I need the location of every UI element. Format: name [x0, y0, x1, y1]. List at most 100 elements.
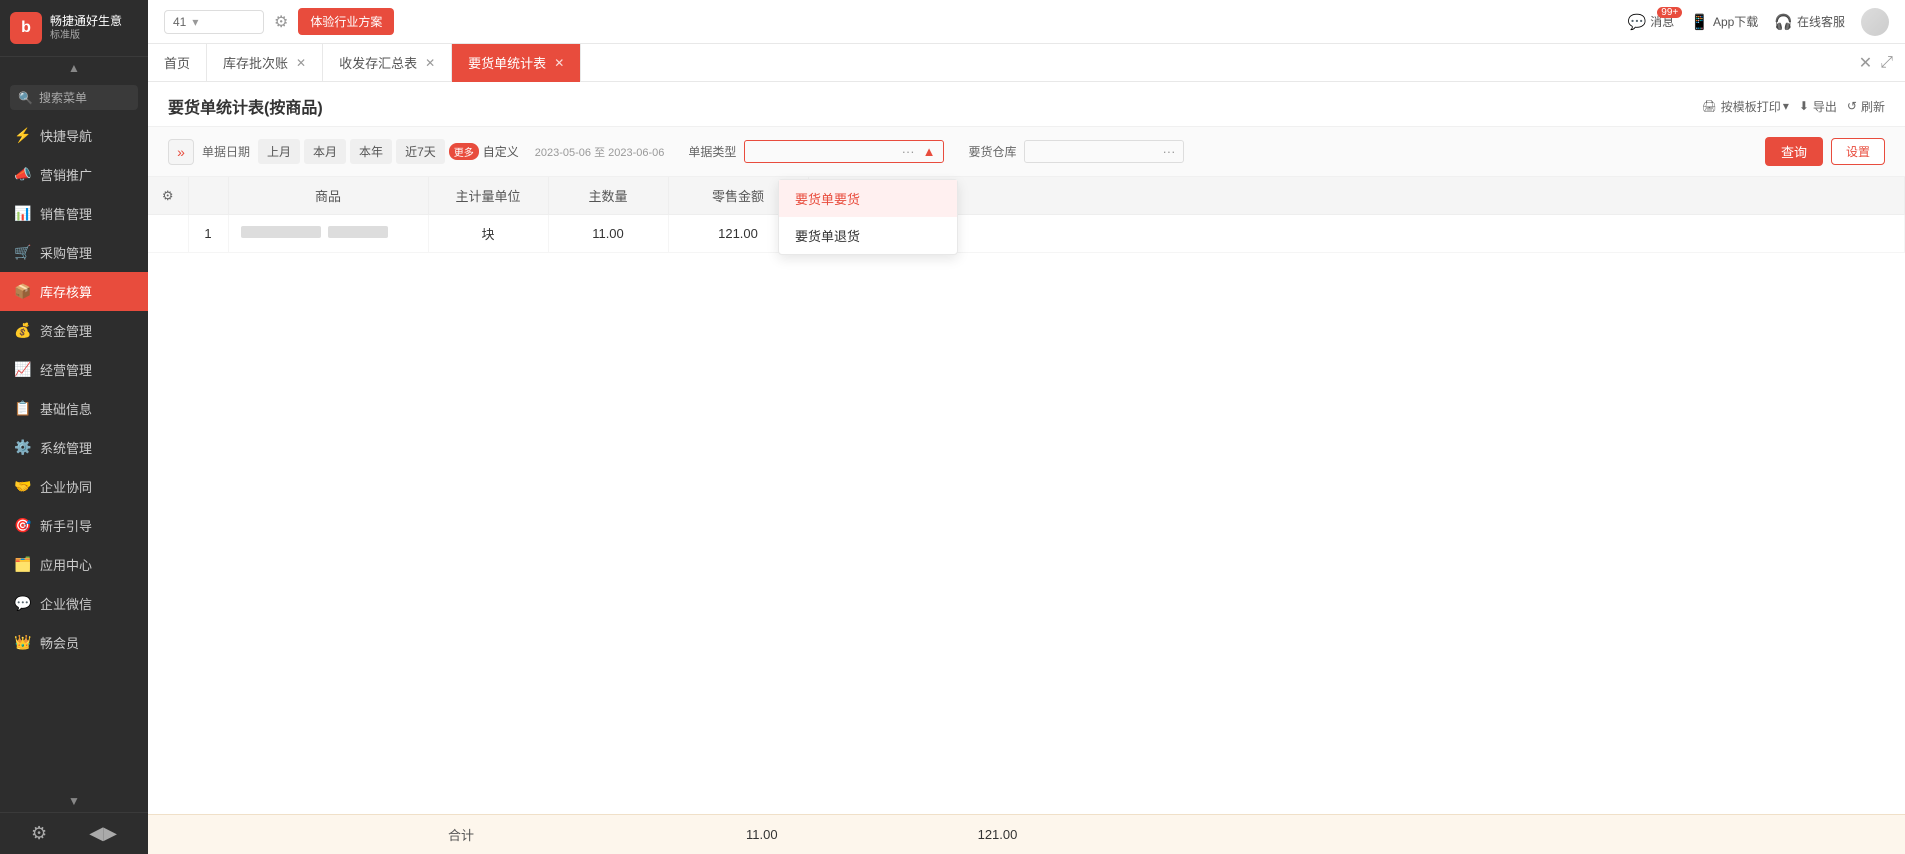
total-amount: 121.00: [978, 827, 1018, 842]
type-ellipsis-icon: ···: [902, 144, 915, 159]
sidebar-item-quicknav[interactable]: ⚡ 快捷导航: [0, 116, 148, 155]
tab-home[interactable]: 首页: [148, 44, 207, 82]
main-area: 41 ▾ ⚙ 体验行业方案 💬 消息 99+ 📱 App下载 🎧 在线客服: [148, 0, 1905, 854]
query-btn[interactable]: 查询: [1765, 137, 1823, 166]
total-values: 11.00 121.00: [506, 827, 1017, 842]
product-placeholder-1: [241, 226, 321, 238]
system-icon: ⚙️: [14, 439, 32, 456]
sidebar-item-finance[interactable]: 💰 资金管理: [0, 311, 148, 350]
amount-link[interactable]: 121.00: [718, 226, 758, 241]
col-settings[interactable]: ⚙: [148, 177, 188, 215]
warehouse-selector[interactable]: ···: [1024, 140, 1184, 163]
sidebar-scroll-down[interactable]: ▼: [66, 792, 82, 810]
custom-date-btn[interactable]: 自定义: [483, 143, 519, 160]
trial-btn[interactable]: 体验行业方案: [298, 8, 394, 35]
date-btn-last-month[interactable]: 上月: [258, 139, 300, 164]
tenant-selector[interactable]: 41 ▾: [164, 10, 264, 34]
filter-settings-btn[interactable]: 设置: [1831, 138, 1885, 165]
sidebar-item-wechat[interactable]: 💬 企业微信: [0, 584, 148, 623]
sidebar-item-member[interactable]: 👑 畅会员: [0, 623, 148, 662]
user-avatar[interactable]: [1861, 8, 1889, 36]
messages-btn[interactable]: 💬 消息 99+: [1628, 13, 1675, 31]
sidebar-nav: 🔍 搜索菜单 ⚡ 快捷导航 📣 营销推广 📊 销售管理 🛒 采购管理 📦 库存核…: [0, 79, 148, 790]
warehouse-dots-icon: ···: [1162, 144, 1175, 159]
page-header: 要货单统计表(按商品) 🖨 按模板打印 ▾ ⬇ 导出 ↺ 刷新: [148, 82, 1905, 127]
quantity-link[interactable]: 11.00: [592, 226, 624, 241]
sidebar-item-basic[interactable]: 📋 基础信息: [0, 389, 148, 428]
more-badge[interactable]: 更多: [449, 143, 479, 160]
cell-product: [228, 215, 428, 253]
sidebar-item-inventory[interactable]: 📦 库存核算: [0, 272, 148, 311]
finance-icon: 💰: [14, 322, 32, 339]
tabs-bar: 首页 库存批次账 ✕ 收发存汇总表 ✕ 要货单统计表 ✕ ✕ ⤢: [148, 44, 1905, 82]
content-area: 要货单统计表(按商品) 🖨 按模板打印 ▾ ⬇ 导出 ↺ 刷新: [148, 82, 1905, 854]
dropdown-item-order-return[interactable]: 要货单退货: [779, 217, 957, 254]
type-label: 单据类型: [688, 143, 736, 160]
app-download-btn[interactable]: 📱 App下载: [1690, 13, 1758, 31]
filter-bar: » 单据日期 上月 本月 本年 近7天 更多 自定义 2023-05-06 至 …: [148, 127, 1905, 177]
message-badge: 99+: [1657, 7, 1682, 18]
page-title: 要货单统计表(按商品): [168, 94, 323, 118]
date-btn-this-month[interactable]: 本月: [304, 139, 346, 164]
sidebar-scroll-up[interactable]: ▲: [66, 59, 82, 77]
guide-icon: 🎯: [14, 517, 32, 534]
tabs-close-all-btn[interactable]: ✕: [1855, 53, 1876, 73]
tabs-expand-btn[interactable]: ⤢: [1876, 54, 1897, 72]
settings-bottom-btn[interactable]: ⚙: [31, 823, 47, 844]
cell-row-settings: [148, 215, 188, 253]
logo: b 畅捷通好生意 标准版: [0, 0, 148, 57]
sidebar-search[interactable]: 🔍 搜索菜单: [10, 85, 138, 110]
tab-order-close[interactable]: ✕: [554, 56, 564, 70]
topbar: 41 ▾ ⚙ 体验行业方案 💬 消息 99+ 📱 App下载 🎧 在线客服: [148, 0, 1905, 44]
filter-expand-btn[interactable]: »: [168, 139, 194, 165]
enterprise-icon: 🤝: [14, 478, 32, 495]
warehouse-label: 要货仓库: [968, 143, 1016, 160]
tab-batch-close[interactable]: ✕: [296, 56, 306, 70]
date-btn-7days[interactable]: 近7天: [396, 139, 445, 164]
cell-extra: [808, 215, 1905, 253]
sidebar-item-operations[interactable]: 📈 经营管理: [0, 350, 148, 389]
operations-icon: 📈: [14, 361, 32, 378]
date-btn-this-year[interactable]: 本年: [350, 139, 392, 164]
sidebar-item-sales[interactable]: 📊 销售管理: [0, 194, 148, 233]
headset-icon: 🎧: [1774, 13, 1793, 31]
sidebar-item-enterprise[interactable]: 🤝 企业协同: [0, 467, 148, 506]
sidebar-bottom: ⚙ ◀▶: [0, 812, 148, 854]
topbar-gear-btn[interactable]: ⚙: [274, 12, 288, 32]
print-btn[interactable]: 🖨 按模板打印 ▾: [1702, 98, 1789, 115]
table-settings-icon[interactable]: ⚙: [162, 188, 174, 203]
col-product: 商品: [228, 177, 428, 215]
tab-batch[interactable]: 库存批次账 ✕: [207, 44, 323, 82]
total-text: 合计: [448, 825, 474, 844]
type-selector[interactable]: ··· ▲: [744, 140, 944, 163]
inventory-icon: 📦: [14, 283, 32, 300]
tab-order[interactable]: 要货单统计表 ✕: [452, 44, 581, 82]
sidebar-item-marketing[interactable]: 📣 营销推广: [0, 155, 148, 194]
table-row: 1 块 11.00 121.00: [148, 215, 1905, 253]
collapse-sidebar-btn[interactable]: ◀▶: [89, 823, 117, 844]
message-icon: 💬: [1628, 13, 1647, 31]
sidebar-item-system[interactable]: ⚙️ 系统管理: [0, 428, 148, 467]
selector-chevron-icon: ▾: [192, 15, 198, 29]
sidebar-item-purchase[interactable]: 🛒 采购管理: [0, 233, 148, 272]
dropdown-item-order-purchase[interactable]: 要货单要货: [779, 180, 957, 217]
sidebar-item-guide[interactable]: 🎯 新手引导: [0, 506, 148, 545]
sidebar-item-appstore[interactable]: 🗂️ 应用中心: [0, 545, 148, 584]
col-extra: [808, 177, 1905, 215]
refresh-btn[interactable]: ↺ 刷新: [1847, 98, 1885, 115]
tab-summary-close[interactable]: ✕: [425, 56, 435, 70]
wechat-icon: 💬: [14, 595, 32, 612]
cell-quantity: 11.00: [548, 215, 668, 253]
tab-summary[interactable]: 收发存汇总表 ✕: [323, 44, 452, 82]
export-btn[interactable]: ⬇ 导出: [1799, 98, 1837, 115]
cell-unit: 块: [428, 215, 548, 253]
product-placeholder-2: [328, 226, 388, 238]
sidebar: b 畅捷通好生意 标准版 ▲ 🔍 搜索菜单 ⚡ 快捷导航 📣 营销推广 📊 销售…: [0, 0, 148, 854]
quicknav-icon: ⚡: [14, 127, 32, 144]
table-wrapper: ⚙ 商品 主计量单位 主数量 零售金额: [148, 177, 1905, 814]
phone-icon: 📱: [1690, 13, 1709, 31]
topbar-left: 41 ▾ ⚙ 体验行业方案: [164, 8, 1628, 35]
online-service-btn[interactable]: 🎧 在线客服: [1774, 13, 1845, 31]
tabs-right-controls: ✕ ⤢: [1855, 53, 1905, 73]
logo-text: 畅捷通好生意 标准版: [50, 14, 122, 43]
